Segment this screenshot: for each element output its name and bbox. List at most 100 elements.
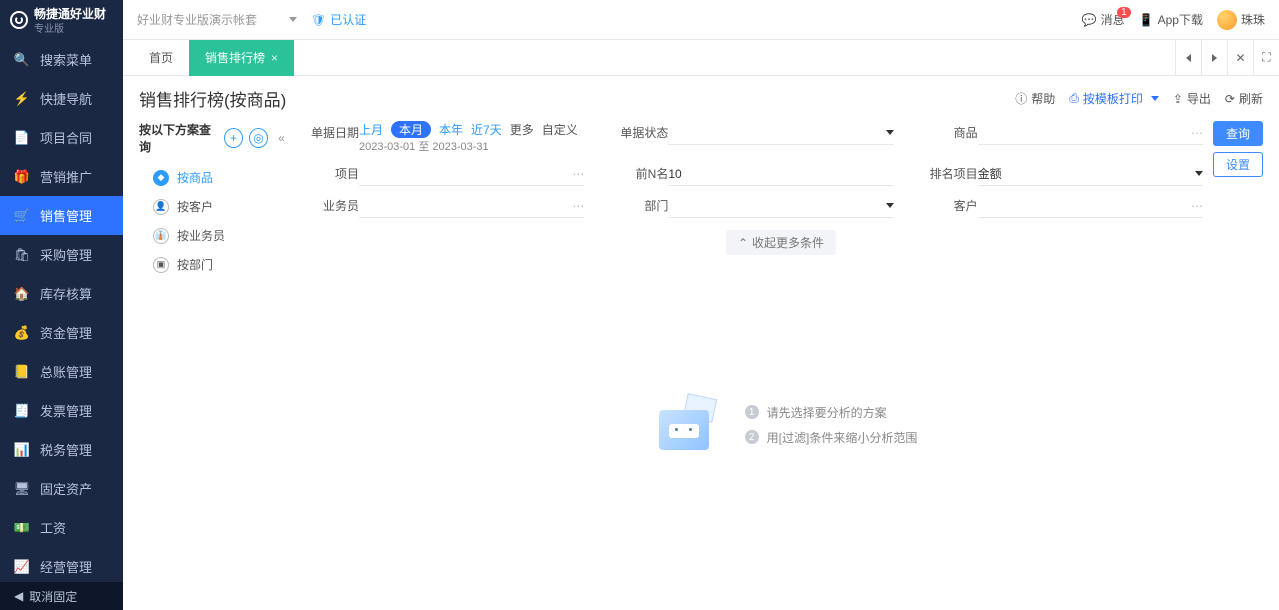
messages-link[interactable]: 💬 消息 1 — [1082, 11, 1125, 28]
filter-product: 商品 ⋯ — [918, 121, 1203, 154]
more-icon: ⋯ — [572, 199, 584, 213]
sidebar-item-label: 采购管理 — [40, 245, 92, 264]
date-preset[interactable]: 本月 — [391, 121, 431, 138]
sidebar-item[interactable]: 💰资金管理 — [0, 313, 123, 352]
tab[interactable]: 销售排行榜 × — [189, 40, 294, 76]
tab-close-all[interactable]: ✕ — [1227, 40, 1253, 76]
date-range: 2023-03-01 至 2023-03-31 — [359, 138, 584, 154]
salary-icon: 💵 — [14, 520, 30, 536]
customer-picker[interactable]: ⋯ — [978, 194, 1203, 218]
fullscreen-toggle[interactable]: ⛶ — [1253, 40, 1279, 76]
sidebar-item-label: 项目合同 — [40, 128, 92, 147]
scheme-panel: 按以下方案查询 + ◎ « ◆按商品 👤 按客户 👔按业务员▣按部门 — [139, 121, 289, 594]
sidebar-menu: 🔍搜索菜单⚡快捷导航 📄 项目合同 🎁营销推广🛒销售管理 🛍 采购管理 🏠库存核算💰资金管理… — [0, 40, 123, 582]
rankby-select[interactable]: 金额 — [978, 162, 1203, 186]
sidebar-item-label: 销售管理 — [40, 206, 92, 225]
tab-next[interactable] — [1201, 40, 1227, 76]
sidebar-item[interactable]: 🏠库存核算 — [0, 274, 123, 313]
scheme-settings-button[interactable]: ◎ — [249, 128, 268, 148]
date-preset[interactable]: 近7天 — [471, 121, 502, 138]
add-scheme-button[interactable]: + — [224, 128, 243, 148]
fold-toggle[interactable]: ⌃ 收起更多条件 — [726, 230, 836, 255]
page-header: 销售排行榜(按商品) ⓘ帮助 ⎙按模板打印 ⇪导出 ⟳刷新 — [123, 76, 1279, 121]
print-link[interactable]: ⎙按模板打印 — [1069, 90, 1159, 107]
scheme-item[interactable]: 👔按业务员 — [149, 221, 289, 250]
sidebar-item[interactable]: 💵工资 — [0, 508, 123, 547]
scheme-item[interactable]: ◆按商品 — [149, 163, 289, 192]
salesman-picker[interactable]: ⋯ — [359, 194, 584, 218]
tabstrip: 首页 销售排行榜 × ✕ ⛶ — [123, 40, 1279, 76]
topn-input[interactable]: 10 — [668, 162, 893, 186]
sidebar-item-label: 总账管理 — [40, 362, 92, 381]
scheme-icon: 👔 — [153, 228, 169, 244]
tab-prev[interactable] — [1175, 40, 1201, 76]
filter-salesman: 业务员 ⋯ — [299, 194, 584, 218]
sidebar-item[interactable]: ⚡快捷导航 — [0, 79, 123, 118]
scheme-icon: 👤 — [153, 199, 169, 215]
asset-icon: 🖥 — [14, 481, 30, 497]
ledger-icon: 📒 — [14, 364, 30, 380]
scheme-item[interactable]: 👤 按客户 — [149, 192, 289, 221]
step-badge: 1 — [745, 405, 759, 419]
dept-select[interactable] — [668, 194, 893, 218]
help-link[interactable]: ⓘ帮助 — [1015, 90, 1055, 107]
sidebar-item[interactable]: 📒 总账管理 — [0, 352, 123, 391]
date-preset[interactable]: 本年 — [439, 121, 463, 138]
doc-icon: 📄 — [14, 130, 30, 146]
sidebar-item[interactable]: 🛒销售管理 — [0, 196, 123, 235]
scheme-collapse[interactable]: « — [274, 130, 289, 146]
status-select[interactable] — [668, 121, 893, 145]
coin-icon: 💰 — [14, 325, 30, 341]
user-menu[interactable]: 珠珠 — [1217, 10, 1265, 30]
tax-icon: 📊 — [14, 442, 30, 458]
product-picker[interactable]: ⋯ — [978, 121, 1203, 145]
export-icon: ⇪ — [1173, 92, 1183, 106]
sidebar-item-label: 经营管理 — [40, 557, 92, 576]
scheme-item[interactable]: ▣按部门 — [149, 250, 289, 279]
query-button[interactable]: 查询 — [1213, 121, 1263, 146]
tab-label: 销售排行榜 — [205, 49, 265, 66]
date-preset[interactable]: 自定义 — [542, 121, 578, 138]
expand-icon: ⛶ — [1262, 50, 1270, 65]
date-preset[interactable]: 更多 — [510, 121, 534, 138]
scheme-label: 按客户 — [177, 198, 213, 215]
empty-state: 1请先选择要分析的方案 2用[过滤]条件来缩小分析范围 — [299, 255, 1263, 594]
pin-toggle[interactable]: ◀ 取消固定 — [0, 582, 123, 610]
filter-topn: 前N名 10 — [608, 162, 893, 186]
tab-label: 首页 — [149, 49, 173, 66]
filters: 单据日期 上月本月本年近7天更多自定义 2023-03-01 至 2023-03… — [299, 121, 1263, 255]
date-preset[interactable]: 上月 — [359, 121, 383, 138]
warehouse-icon: 🏠 — [14, 286, 30, 302]
sidebar-item-label: 固定资产 — [40, 479, 92, 498]
more-icon: ⋯ — [1191, 126, 1203, 140]
sidebar-item[interactable]: 📊税务管理 — [0, 430, 123, 469]
sidebar: 畅捷通好业财 专业版 🔍搜索菜单⚡快捷导航📄项目合同🎁营销推广🛒销售管理🛍采购管… — [0, 0, 123, 610]
tab[interactable]: 首页 — [133, 40, 189, 76]
sidebar-item[interactable]: 📈 经营管理 — [0, 547, 123, 582]
bolt-icon: ⚡ — [14, 91, 30, 107]
chevron-down-icon — [1151, 96, 1159, 101]
scheme-title: 按以下方案查询 — [139, 121, 218, 155]
sidebar-item[interactable]: 🧾发票管理 — [0, 391, 123, 430]
settings-button[interactable]: 设置 — [1213, 152, 1263, 177]
sidebar-item[interactable]: 🎁营销推广 — [0, 157, 123, 196]
biz-icon: 📈 — [14, 559, 30, 575]
project-picker[interactable]: ⋯ — [359, 162, 584, 186]
print-icon: ⎙ — [1069, 91, 1079, 106]
shield-icon: 🛡 — [311, 13, 326, 27]
sidebar-item[interactable]: 🖥 固定资产 — [0, 469, 123, 508]
app-download-link[interactable]: 📱 App下载 — [1139, 11, 1203, 28]
step-badge: 2 — [745, 430, 759, 444]
refresh-link[interactable]: ⟳刷新 — [1225, 90, 1263, 107]
sidebar-item[interactable]: 🛍 采购管理 — [0, 235, 123, 274]
fold-up-icon: ⌃ — [738, 236, 748, 250]
sidebar-item[interactable]: 📄 项目合同 — [0, 118, 123, 157]
scheme-list: ◆按商品 👤 按客户 👔按业务员▣按部门 — [139, 163, 289, 279]
tab-close-icon[interactable]: × — [271, 51, 278, 65]
message-icon: 💬 — [1082, 13, 1097, 27]
filter-project: 项目 ⋯ — [299, 162, 584, 186]
sidebar-item[interactable]: 🔍搜索菜单 — [0, 40, 123, 79]
export-link[interactable]: ⇪导出 — [1173, 90, 1211, 107]
bag-icon: 🛍 — [14, 247, 30, 263]
account-selector[interactable]: 好业财专业版演示帐套 — [137, 11, 297, 28]
